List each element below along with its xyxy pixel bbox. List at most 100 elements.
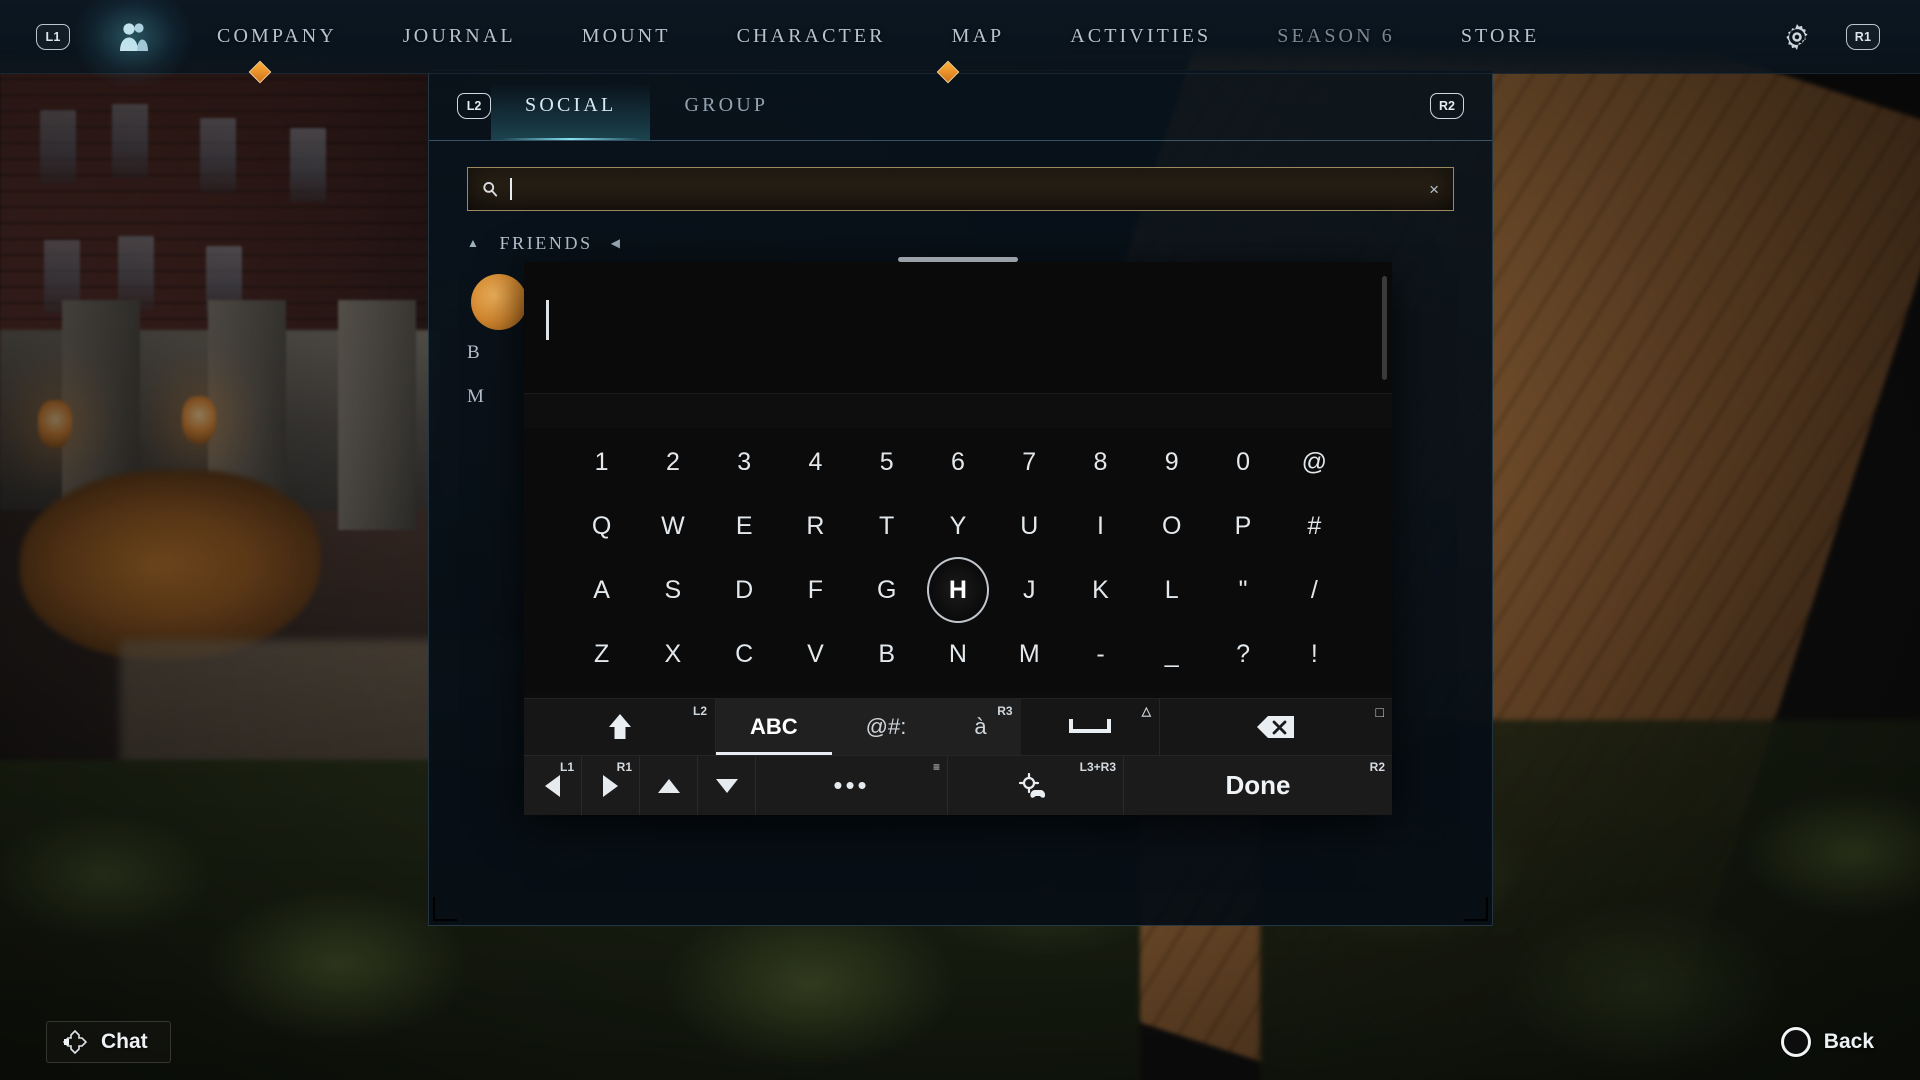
key-c[interactable]: C xyxy=(709,622,780,686)
nav-item-journal[interactable]: JOURNAL xyxy=(370,25,549,48)
nav-down-key[interactable] xyxy=(698,756,756,815)
search-area: × xyxy=(429,141,1492,211)
nav-right-key[interactable]: R1 xyxy=(582,756,640,815)
scene-lamp xyxy=(182,396,216,444)
nav-left-key[interactable]: L1 xyxy=(524,756,582,815)
nav-up-key[interactable] xyxy=(640,756,698,815)
key-z[interactable]: Z xyxy=(566,622,637,686)
key-slash[interactable]: / xyxy=(1279,558,1350,622)
key-a[interactable]: A xyxy=(566,558,637,622)
key-w[interactable]: W xyxy=(637,494,708,558)
tab-social[interactable]: SOCIAL xyxy=(491,72,651,140)
search-input[interactable]: × xyxy=(467,167,1454,211)
key-at[interactable]: @ xyxy=(1279,430,1350,494)
friend-line-2: M xyxy=(467,386,485,407)
tab-group[interactable]: GROUP xyxy=(650,72,802,139)
nav-item-store[interactable]: STORE xyxy=(1428,25,1572,48)
back-button-label: Back xyxy=(1823,1030,1874,1053)
keyboard-function-row: L2 ABC @#: R3 à △ □ xyxy=(524,698,1392,755)
shift-key[interactable]: L2 xyxy=(524,699,716,755)
key-9[interactable]: 9 xyxy=(1136,430,1207,494)
done-button[interactable]: R2 Done xyxy=(1124,756,1392,815)
backspace-key[interactable]: □ xyxy=(1160,699,1392,755)
clear-search-icon[interactable]: × xyxy=(1429,181,1439,198)
key-e[interactable]: E xyxy=(709,494,780,558)
key-underscore[interactable]: _ xyxy=(1136,622,1207,686)
mode-accents-hint: R3 xyxy=(997,704,1013,718)
key-t[interactable]: T xyxy=(851,494,922,558)
key-l[interactable]: L xyxy=(1136,558,1207,622)
social-people-icon[interactable] xyxy=(106,15,160,59)
mode-symbols[interactable]: @#: xyxy=(832,699,941,755)
key-3[interactable]: 3 xyxy=(709,430,780,494)
key-p[interactable]: P xyxy=(1207,494,1278,558)
avatar xyxy=(471,274,527,330)
gamepad-layout-key[interactable]: L3+R3 xyxy=(948,756,1124,815)
r1-bumper-badge[interactable]: R1 xyxy=(1846,23,1880,50)
key-b[interactable]: B xyxy=(851,622,922,686)
friends-section-header[interactable]: ▲ FRIENDS ◀ xyxy=(467,233,1454,254)
nav-item-activities[interactable]: ACTIVITIES xyxy=(1037,25,1244,48)
key-0[interactable]: 0 xyxy=(1207,430,1278,494)
gamepad-target-icon xyxy=(1018,772,1045,798)
l1-bumper-badge[interactable]: L1 xyxy=(36,23,70,50)
shift-arrow-icon xyxy=(608,714,631,739)
key-o[interactable]: O xyxy=(1136,494,1207,558)
mode-accents[interactable]: R3 à xyxy=(940,699,1020,755)
scene-window xyxy=(40,110,76,184)
key-g[interactable]: G xyxy=(851,558,922,622)
arrow-down-icon xyxy=(715,778,738,793)
more-options-key[interactable]: ≡ ••• xyxy=(756,756,948,815)
chat-button[interactable]: Chat xyxy=(46,1021,171,1063)
l2-bumper-badge[interactable]: L2 xyxy=(457,92,491,119)
keyboard-text-input[interactable] xyxy=(524,262,1392,394)
r2-bumper-badge[interactable]: R2 xyxy=(1430,92,1464,119)
keyboard-drag-handle[interactable] xyxy=(898,257,1018,262)
key-y[interactable]: Y xyxy=(922,494,993,558)
key-r[interactable]: R xyxy=(780,494,851,558)
mode-accents-label: à xyxy=(974,714,987,739)
keyboard-row-zxcv: Z X C V B N M - _ ? ! xyxy=(566,622,1350,686)
nav-item-map[interactable]: MAP xyxy=(919,25,1038,48)
key-question[interactable]: ? xyxy=(1207,622,1278,686)
key-m[interactable]: M xyxy=(994,622,1065,686)
key-6[interactable]: 6 xyxy=(922,430,993,494)
nav-item-season[interactable]: SEASON 6 xyxy=(1244,25,1428,48)
key-8[interactable]: 8 xyxy=(1065,430,1136,494)
key-q[interactable]: Q xyxy=(566,494,637,558)
key-f[interactable]: F xyxy=(780,558,851,622)
search-icon xyxy=(483,182,498,197)
keyboard-input-scrollbar[interactable] xyxy=(1382,276,1387,380)
key-4[interactable]: 4 xyxy=(780,430,851,494)
key-quote[interactable]: " xyxy=(1207,558,1278,622)
back-button[interactable]: Back xyxy=(1780,1027,1874,1057)
key-1[interactable]: 1 xyxy=(566,430,637,494)
bottom-action-bar: Chat Back xyxy=(0,1004,1920,1080)
key-d[interactable]: D xyxy=(709,558,780,622)
nav-item-mount[interactable]: MOUNT xyxy=(549,25,704,48)
key-s[interactable]: S xyxy=(637,558,708,622)
key-x[interactable]: X xyxy=(637,622,708,686)
key-2[interactable]: 2 xyxy=(637,430,708,494)
key-hash[interactable]: # xyxy=(1279,494,1350,558)
key-n[interactable]: N xyxy=(922,622,993,686)
gear-icon[interactable] xyxy=(1782,22,1812,52)
nav-item-character[interactable]: CHARACTER xyxy=(704,25,919,48)
key-j[interactable]: J xyxy=(994,558,1065,622)
mode-abc[interactable]: ABC xyxy=(716,699,832,755)
key-hyphen[interactable]: - xyxy=(1065,622,1136,686)
key-u[interactable]: U xyxy=(994,494,1065,558)
key-5[interactable]: 5 xyxy=(851,430,922,494)
key-h[interactable]: H xyxy=(922,557,993,623)
nav-item-company[interactable]: COMPANY xyxy=(184,25,370,48)
social-people-icon-glyph xyxy=(120,22,148,51)
key-exclaim[interactable]: ! xyxy=(1279,622,1350,686)
key-i[interactable]: I xyxy=(1065,494,1136,558)
space-key[interactable]: △ xyxy=(1021,699,1160,755)
scene-window xyxy=(112,104,148,178)
key-7[interactable]: 7 xyxy=(994,430,1065,494)
scene-window xyxy=(290,128,326,202)
key-v[interactable]: V xyxy=(780,622,851,686)
key-k[interactable]: K xyxy=(1065,558,1136,622)
space-bar-icon xyxy=(1068,719,1111,733)
